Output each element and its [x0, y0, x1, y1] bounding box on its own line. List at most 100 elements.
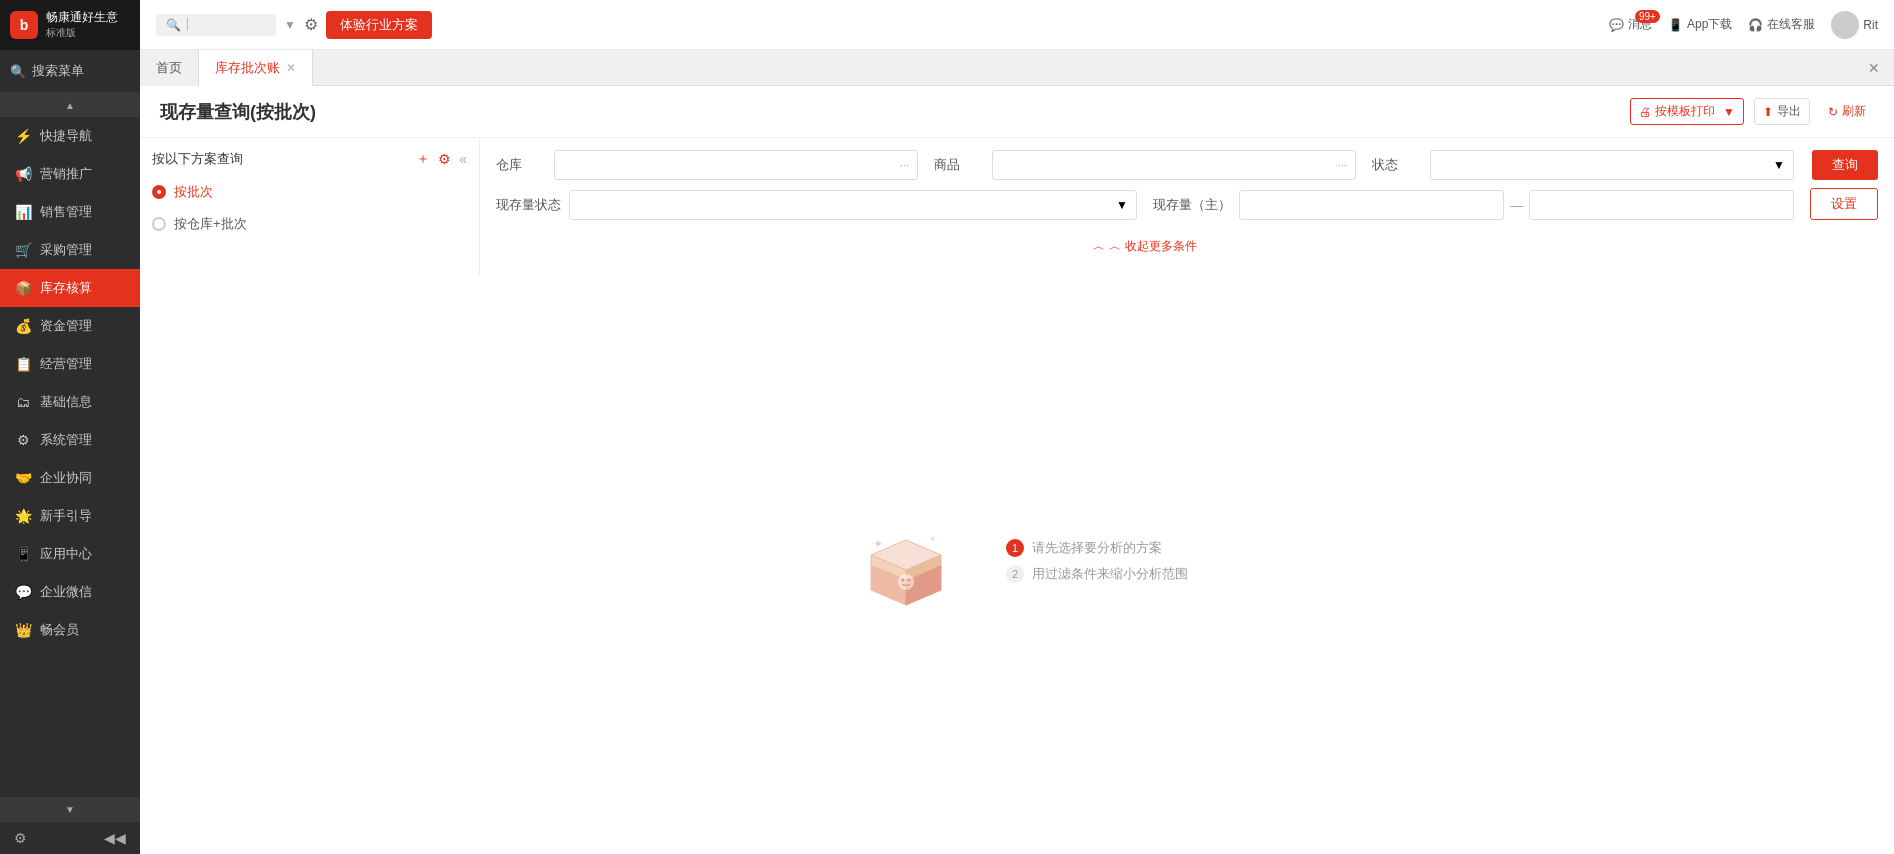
- sidebar-footer: ⚙ ◀◀: [0, 821, 140, 854]
- message-icon: 💬: [1609, 18, 1624, 32]
- qty-field: 现存量（主） —: [1153, 190, 1794, 220]
- avatar: [1831, 11, 1859, 39]
- filter-add-icon[interactable]: ＋: [416, 150, 430, 168]
- enterprise-icon: 🤝: [14, 469, 32, 487]
- search-icon: 🔍: [10, 64, 26, 79]
- filter-settings-scheme-icon[interactable]: ⚙: [438, 151, 451, 167]
- sidebar-item-base[interactable]: 🗂 基础信息: [0, 383, 140, 421]
- empty-illustration: ✦ ✦: [846, 505, 966, 625]
- svg-point-7: [902, 578, 905, 581]
- sidebar-item-marketing[interactable]: 📢 营销推广: [0, 155, 140, 193]
- member-icon: 👑: [14, 621, 32, 639]
- inventory-status-dropdown-icon: ▼: [1116, 198, 1128, 212]
- content-area: 现存量查询(按批次) 🖨 按模板打印 ▼ ⬆ 导出 ↻ 刷新: [140, 86, 1894, 854]
- query-button[interactable]: 查询: [1812, 150, 1878, 180]
- filter-option-warehouse-batch[interactable]: 按仓库+批次: [140, 208, 479, 240]
- sidebar-item-sales[interactable]: 📊 销售管理: [0, 193, 140, 231]
- qty-to-input[interactable]: [1529, 190, 1794, 220]
- svg-text:✦: ✦: [873, 537, 883, 551]
- system-icon: ⚙: [14, 431, 32, 449]
- filter-buttons: 查询 设置: [1810, 150, 1878, 220]
- filter-collapse-panel-icon[interactable]: «: [459, 151, 467, 167]
- qty-from-input[interactable]: [1239, 190, 1504, 220]
- tab-batch[interactable]: 库存批次账 ✕: [199, 50, 313, 86]
- product-more-icon[interactable]: ···: [1338, 159, 1347, 171]
- sidebar-item-finance[interactable]: 💰 资金管理: [0, 307, 140, 345]
- warehouse-input[interactable]: ···: [554, 150, 918, 180]
- username-label: Rit: [1863, 18, 1878, 32]
- refresh-icon: ↻: [1828, 105, 1838, 119]
- topbar-actions: 💬 消息 99+ 📱 App下载 🎧 在线客服 Rit: [1609, 11, 1878, 39]
- empty-hints: 1 请先选择要分析的方案 2 用过滤条件来缩小分析范围: [1006, 539, 1188, 591]
- message-badge: 99+: [1635, 10, 1660, 23]
- inventory-status-label: 现存量状态: [496, 196, 561, 214]
- filter-settings-button[interactable]: 设置: [1810, 188, 1878, 220]
- topbar-gear-icon[interactable]: ⚙: [304, 15, 318, 34]
- sidebar-item-inventory[interactable]: 📦 库存核算: [0, 269, 140, 307]
- sidebar-item-operation[interactable]: 📋 经营管理: [0, 345, 140, 383]
- operation-icon: 📋: [14, 355, 32, 373]
- product-input[interactable]: ···: [992, 150, 1356, 180]
- status-select[interactable]: ▼: [1430, 150, 1794, 180]
- export-button[interactable]: ⬆ 导出: [1754, 98, 1810, 125]
- sidebar-item-newguide[interactable]: 🌟 新手引导: [0, 497, 140, 535]
- radio-batch: [152, 185, 166, 199]
- sidebar-search-button[interactable]: 🔍 搜索菜单: [10, 58, 130, 84]
- appcenter-icon: 📱: [14, 545, 32, 563]
- warehouse-label: 仓库: [496, 156, 546, 174]
- inventory-status-select[interactable]: ▼: [569, 190, 1137, 220]
- refresh-button[interactable]: ↻ 刷新: [1820, 99, 1874, 124]
- print-dropdown-icon[interactable]: ▼: [1723, 105, 1735, 119]
- sidebar-item-system[interactable]: ⚙ 系统管理: [0, 421, 140, 459]
- sidebar-scroll-down[interactable]: ▼: [0, 797, 140, 821]
- filter-row-2: 现存量状态 ▼ 现存量（主） —: [496, 190, 1794, 220]
- app-icon: 📱: [1668, 18, 1683, 32]
- sidebar-item-member[interactable]: 👑 畅会员: [0, 611, 140, 649]
- sidebar-item-shortcut[interactable]: ⚡ 快捷导航: [0, 117, 140, 155]
- experience-button[interactable]: 体验行业方案: [326, 11, 432, 39]
- filter-option-batch[interactable]: 按批次: [140, 176, 479, 208]
- sidebar-search-section[interactable]: 🔍 搜索菜单: [0, 50, 140, 93]
- marketing-icon: 📢: [14, 165, 32, 183]
- sidebar-item-enterprise[interactable]: 🤝 企业协同: [0, 459, 140, 497]
- sidebar: b 畅康通好生意 标准版 🔍 搜索菜单 ▲ ⚡ 快捷导航 📢 营销推广 📊 销售…: [0, 0, 140, 854]
- user-avatar-area[interactable]: Rit: [1831, 11, 1878, 39]
- status-dropdown-icon: ▼: [1773, 158, 1785, 172]
- tab-home[interactable]: 首页: [140, 50, 199, 86]
- svg-point-8: [908, 578, 911, 581]
- product-field: 商品 ···: [934, 150, 1356, 180]
- hint-num-2: 2: [1006, 565, 1024, 583]
- app-download-button[interactable]: 📱 App下载: [1668, 16, 1732, 33]
- sales-icon: 📊: [14, 203, 32, 221]
- sidebar-logo: b: [10, 11, 38, 39]
- topbar-search-box[interactable]: 🔍 ▏: [156, 14, 276, 36]
- tab-close-icon[interactable]: ✕: [286, 61, 296, 75]
- inventory-icon: 📦: [14, 279, 32, 297]
- sidebar-item-purchase[interactable]: 🛒 采购管理: [0, 231, 140, 269]
- sidebar-nav: ⚡ 快捷导航 📢 营销推广 📊 销售管理 🛒 采购管理 📦 库存核算 💰 资金管…: [0, 117, 140, 797]
- sidebar-item-appcenter[interactable]: 📱 应用中心: [0, 535, 140, 573]
- tabbar: 首页 库存批次账 ✕ ✕: [140, 50, 1894, 86]
- product-label: 商品: [934, 156, 984, 174]
- filter-panel: 按以下方案查询 ＋ ⚙ « 按批次 按仓库+批次: [140, 138, 1894, 275]
- status-label: 状态: [1372, 156, 1422, 174]
- customer-service-button[interactable]: 🎧 在线客服: [1748, 16, 1815, 33]
- settings-icon[interactable]: ⚙: [14, 830, 27, 846]
- main-area: 🔍 ▏ ▼ ⚙ 体验行业方案 💬 消息 99+ 📱 App下载 🎧 在线客服 R…: [140, 0, 1894, 854]
- collapse-filter-row[interactable]: ︿ ︿ 收起更多条件: [496, 230, 1794, 263]
- message-button[interactable]: 💬 消息 99+: [1609, 16, 1652, 33]
- print-button[interactable]: 🖨 按模板打印 ▼: [1630, 98, 1744, 125]
- hint-item-1: 1 请先选择要分析的方案: [1006, 539, 1188, 557]
- qty-range: —: [1239, 190, 1794, 220]
- tab-global-close-icon[interactable]: ✕: [1868, 60, 1880, 76]
- svg-point-6: [898, 574, 914, 590]
- sidebar-scroll-up[interactable]: ▲: [0, 93, 140, 117]
- sidebar-item-wechat[interactable]: 💬 企业微信: [0, 573, 140, 611]
- warehouse-more-icon[interactable]: ···: [900, 159, 909, 171]
- qty-label: 现存量（主）: [1153, 196, 1231, 214]
- collapse-icon[interactable]: ◀◀: [104, 830, 126, 846]
- topbar-dropdown-arrow[interactable]: ▼: [284, 18, 296, 32]
- topbar-search-icon: 🔍: [166, 18, 181, 32]
- newguide-icon: 🌟: [14, 507, 32, 525]
- export-icon: ⬆: [1763, 105, 1773, 119]
